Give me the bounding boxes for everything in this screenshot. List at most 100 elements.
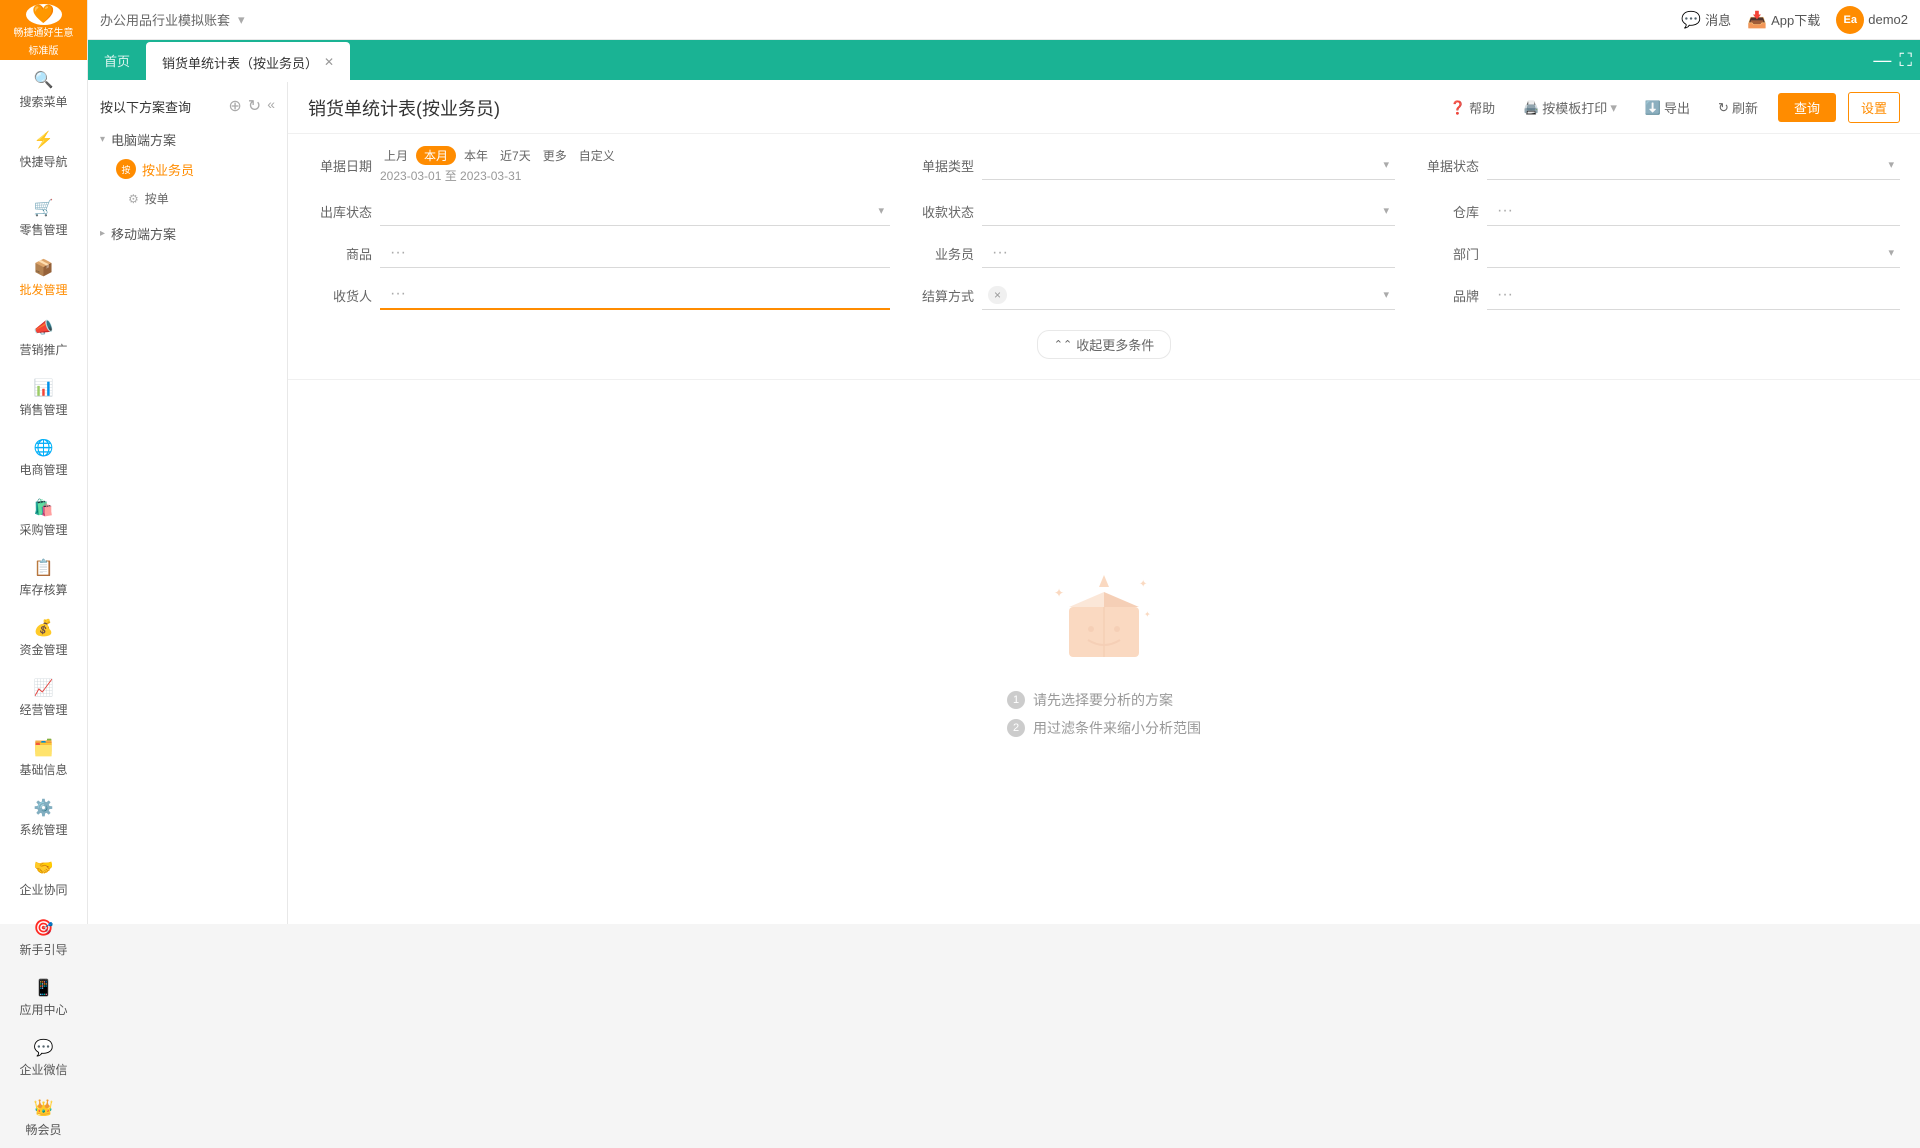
consignee-dots[interactable]: ···	[386, 285, 410, 303]
sidebar-item-basic[interactable]: 🗂️ 基础信息	[0, 728, 87, 788]
filter-dept-field: 部门 ▾	[1415, 238, 1900, 268]
help-icon: ❓	[1450, 100, 1466, 116]
settings-button[interactable]: 设置	[1848, 92, 1900, 123]
doctype-label: 单据类型	[910, 156, 982, 175]
docstatus-label: 单据状态	[1415, 156, 1487, 175]
sidebar-item-operations[interactable]: 📈 经营管理	[0, 668, 87, 728]
payment-select[interactable]: × ▾	[982, 280, 1395, 310]
scheme-group-mobile-title[interactable]: ▸ 移动端方案	[88, 220, 287, 247]
export-button[interactable]: ⬇️ 导出	[1637, 94, 1698, 121]
receiptstatus-dropdown-icon: ▾	[1383, 204, 1389, 217]
dept-select[interactable]: ▾	[1487, 238, 1900, 268]
sidebar-item-member[interactable]: 👑 畅会员	[0, 1088, 87, 1148]
sidebar-item-wholesale[interactable]: 📦 批发管理	[0, 248, 87, 308]
message-label: 消息	[1705, 10, 1731, 29]
sidebar-label-wholesale: 批发管理	[19, 281, 67, 298]
collapse-button[interactable]: ⌃⌃ 收起更多条件	[1037, 330, 1171, 359]
empty-tips: 1 请先选择要分析的方案 2 用过滤条件来缩小分析范围	[1007, 690, 1201, 738]
sidebar-item-newuser[interactable]: 🎯 新手引导	[0, 908, 87, 968]
doctype-select[interactable]: ▾	[982, 150, 1395, 180]
sidebar-label-purchase: 采购管理	[19, 521, 67, 538]
payment-dropdown-icon: ▾	[1383, 288, 1389, 301]
breadcrumb-dropdown-icon[interactable]: ▾	[238, 12, 245, 28]
marketing-icon: 📣	[34, 318, 54, 338]
svg-text:✦: ✦	[1139, 579, 1147, 590]
payment-x[interactable]: ×	[988, 286, 1007, 304]
scheme-sub-label: 按单	[145, 190, 169, 207]
member-icon: 👑	[34, 1098, 54, 1118]
filter-warehouse-field: 仓库 ···	[1415, 196, 1900, 226]
filter-doctype-field: 单据类型 ▾	[910, 150, 1395, 180]
sidebar-item-search[interactable]: 🔍 搜索菜单	[0, 60, 87, 120]
payment-label: 结算方式	[910, 286, 982, 305]
query-button[interactable]: 查询	[1778, 93, 1836, 122]
print-button[interactable]: 🖨️ 按模板打印 ▾	[1515, 94, 1625, 121]
help-button[interactable]: ❓ 帮助	[1442, 94, 1503, 121]
sidebar-item-finance[interactable]: 💰 资金管理	[0, 608, 87, 668]
sidebar-item-retail[interactable]: 🛒 零售管理	[0, 188, 87, 248]
sidebar-item-cooperation[interactable]: 🤝 企业协同	[0, 848, 87, 908]
wechat-icon: 💬	[34, 1038, 54, 1058]
left-panel-title: 按以下方案查询	[100, 97, 191, 116]
date-tab-7days[interactable]: 近7天	[496, 146, 535, 165]
sidebar-label-sales: 销售管理	[19, 401, 67, 418]
refresh-scheme-icon[interactable]: ↻	[248, 96, 261, 116]
date-tab-this-year[interactable]: 本年	[460, 146, 492, 165]
sidebar: 🧡 畅捷通好生意 标准版 🔍 搜索菜单 ⚡ 快捷导航 🛒 零售管理 📦 批发管理…	[0, 0, 88, 924]
sidebar-item-wechat[interactable]: 💬 企业微信	[0, 1028, 87, 1088]
warehouse-select[interactable]: ···	[1487, 196, 1900, 226]
sidebar-item-system[interactable]: ⚙️ 系统管理	[0, 788, 87, 848]
scheme-group-desktop: ▾ 电脑端方案 按 按业务员 ⚙ 按单	[88, 122, 287, 216]
date-tab-more[interactable]: 更多	[539, 146, 571, 165]
search-icon: 🔍	[34, 70, 54, 90]
consignee-label: 收货人	[308, 286, 380, 305]
scheme-group-desktop-title[interactable]: ▾ 电脑端方案	[88, 126, 287, 153]
staff-select[interactable]: ···	[982, 238, 1395, 268]
sidebar-item-marketing[interactable]: 📣 营销推广	[0, 308, 87, 368]
finance-icon: 💰	[34, 618, 54, 638]
receiptstatus-select[interactable]: ▾	[982, 196, 1395, 226]
filter-docstatus-field: 单据状态 ▾	[1415, 150, 1900, 180]
date-tab-custom[interactable]: 自定义	[575, 146, 619, 165]
app-download-nav-item[interactable]: 📥 App下载	[1747, 10, 1820, 30]
sidebar-label-quick-nav: 快捷导航	[19, 153, 67, 170]
date-tab-last-month[interactable]: 上月	[380, 146, 412, 165]
brand-dots[interactable]: ···	[1493, 286, 1517, 304]
goods-dots[interactable]: ···	[386, 244, 410, 262]
date-field-content: 上月 本月 本年 近7天 更多 自定义 2023-03-01 至 2023-03…	[380, 146, 890, 184]
message-nav-item[interactable]: 💬 消息	[1681, 10, 1731, 30]
tab-close-icon[interactable]: ✕	[324, 55, 334, 69]
refresh-button[interactable]: ↻ 刷新	[1710, 94, 1766, 121]
sidebar-label-operations: 经营管理	[19, 701, 67, 718]
goods-select[interactable]: ···	[380, 238, 890, 268]
docstatus-select[interactable]: ▾	[1487, 150, 1900, 180]
sidebar-item-purchase[interactable]: 🛍️ 采购管理	[0, 488, 87, 548]
warehouse-dots[interactable]: ···	[1493, 202, 1517, 220]
sidebar-item-inventory[interactable]: 📋 库存核算	[0, 548, 87, 608]
svg-text:✦: ✦	[1144, 610, 1151, 619]
staff-dots[interactable]: ···	[988, 244, 1012, 262]
sidebar-item-ecommerce[interactable]: 🌐 电商管理	[0, 428, 87, 488]
sidebar-item-quick-nav[interactable]: ⚡ 快捷导航	[0, 120, 87, 180]
add-scheme-icon[interactable]: ⊕	[228, 96, 241, 116]
scheme-sub-item-by-order[interactable]: ⚙ 按单	[88, 185, 287, 212]
tab-bar: 首页 销货单统计表（按业务员） ✕ — ⛶	[88, 40, 1920, 80]
sidebar-item-apps[interactable]: 📱 应用中心	[0, 968, 87, 1028]
tip-num-1: 1	[1007, 691, 1025, 709]
tab-minimize-icon[interactable]: —	[1873, 50, 1891, 71]
sidebar-item-sales[interactable]: 📊 销售管理	[0, 368, 87, 428]
brand-select[interactable]: ···	[1487, 280, 1900, 310]
outstatus-select[interactable]: ▾	[380, 196, 890, 226]
consignee-select[interactable]: ···	[380, 280, 890, 310]
filter-row-3: 商品 ··· 业务员 ··· 部门	[308, 238, 1900, 268]
tab-home[interactable]: 首页	[88, 40, 146, 80]
user-nav-item[interactable]: Ea demo2	[1836, 6, 1908, 34]
collapse-panel-icon[interactable]: «	[267, 96, 275, 116]
group-expand-arrow: ▾	[100, 134, 105, 145]
filter-payment-field: 结算方式 × ▾	[910, 280, 1395, 310]
scheme-item-by-staff[interactable]: 按 按业务员	[88, 153, 287, 185]
tab-maximize-icon[interactable]: ⛶	[1899, 50, 1912, 71]
user-name: demo2	[1868, 12, 1908, 27]
date-tab-this-month[interactable]: 本月	[416, 146, 456, 165]
tab-sales-stat[interactable]: 销货单统计表（按业务员） ✕	[146, 42, 350, 82]
